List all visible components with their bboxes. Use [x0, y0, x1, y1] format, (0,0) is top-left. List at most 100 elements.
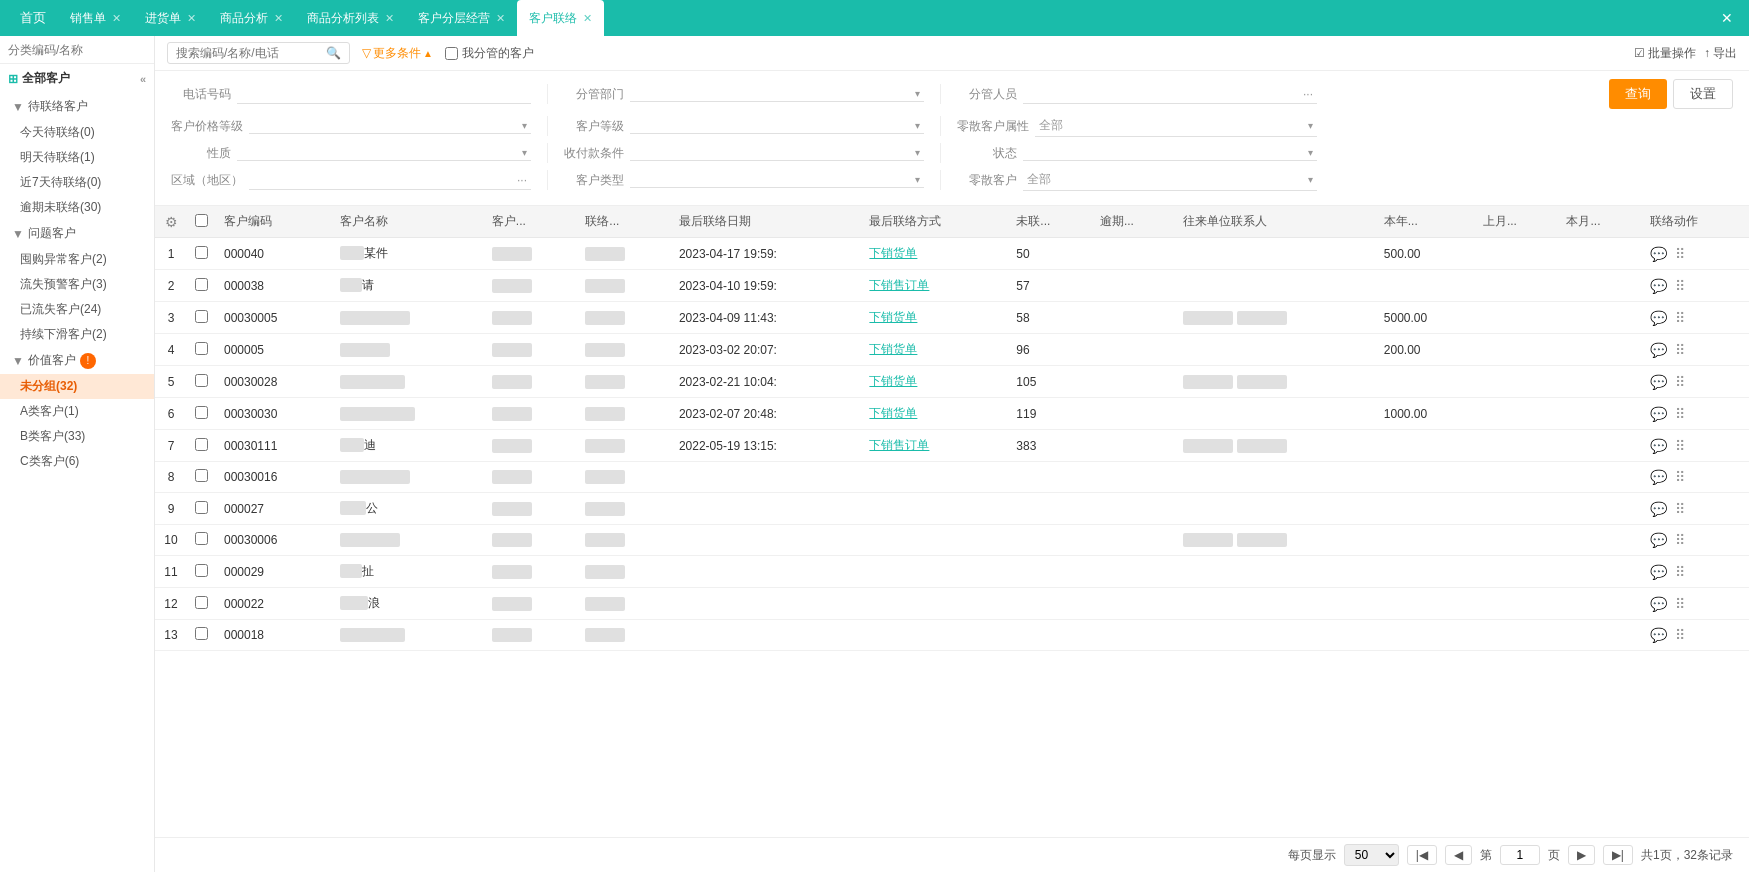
search-input[interactable]	[176, 46, 326, 60]
row-checkbox[interactable]	[195, 469, 208, 482]
row-checkbox[interactable]	[195, 246, 208, 259]
nav-tab-customer-segment[interactable]: 客户分层经营 ✕	[406, 0, 517, 36]
row-checkbox[interactable]	[195, 596, 208, 609]
row-checkbox[interactable]	[195, 406, 208, 419]
more-actions-icon[interactable]: ⠿	[1675, 627, 1685, 643]
more-actions-icon[interactable]: ⠿	[1675, 501, 1685, 517]
reset-button[interactable]: 设置	[1673, 79, 1733, 109]
price-level-select[interactable]: ▾	[249, 118, 531, 134]
nav-tab-purchase[interactable]: 进货单 ✕	[133, 0, 208, 36]
sidebar-item-unclassified[interactable]: 未分组(32)	[0, 374, 154, 399]
all-customers-header[interactable]: ⊞ 全部客户 «	[0, 64, 154, 93]
sidebar-item-class-a[interactable]: A类客户(1)	[0, 399, 154, 424]
phone-input[interactable]	[237, 85, 531, 104]
row-checkbox[interactable]	[195, 564, 208, 577]
chat-icon[interactable]: 💬	[1650, 342, 1667, 358]
chat-icon[interactable]: 💬	[1650, 374, 1667, 390]
sidebar-item-churn-warning[interactable]: 流失预警客户(3)	[0, 272, 154, 297]
sidebar-item-class-b[interactable]: B类客户(33)	[0, 424, 154, 449]
prev-page-btn[interactable]: ◀	[1445, 845, 1472, 865]
more-conditions-btn[interactable]: ▽ 更多条件 ▲	[362, 45, 433, 62]
last-method-link[interactable]: 下销货单	[869, 310, 917, 324]
last-page-btn[interactable]: ▶|	[1603, 845, 1633, 865]
chat-icon[interactable]: 💬	[1650, 406, 1667, 422]
close-icon[interactable]: ✕	[385, 12, 394, 25]
cust-level-select[interactable]: ▾	[630, 118, 924, 134]
per-page-select[interactable]: 50 100 200	[1344, 844, 1399, 866]
region-select[interactable]: ···	[249, 171, 531, 190]
group-value-header[interactable]: ▼ 价值客户 !	[0, 347, 154, 374]
last-method-link[interactable]: 下销货单	[869, 406, 917, 420]
close-icon[interactable]: ✕	[187, 12, 196, 25]
search-icon[interactable]: 🔍	[326, 46, 341, 60]
last-method-link[interactable]: 下销货单	[869, 342, 917, 356]
retail-attr-select[interactable]: 全部 ▾	[1035, 115, 1317, 137]
more-actions-icon[interactable]: ⠿	[1675, 564, 1685, 580]
row-checkbox[interactable]	[195, 438, 208, 451]
my-customers-checkbox-label[interactable]: 我分管的客户	[445, 45, 534, 62]
row-checkbox[interactable]	[195, 501, 208, 514]
sidebar-search-input[interactable]	[8, 43, 155, 57]
sidebar-item-overdue-pending[interactable]: 逾期未联络(30)	[0, 195, 154, 220]
last-method-link[interactable]: 下销货单	[869, 374, 917, 388]
last-method-link[interactable]: 下销售订单	[869, 438, 929, 452]
last-method-link[interactable]: 下销货单	[869, 246, 917, 260]
more-actions-icon[interactable]: ⠿	[1675, 596, 1685, 612]
row-checkbox[interactable]	[195, 532, 208, 545]
sidebar-item-churned[interactable]: 已流失客户(24)	[0, 297, 154, 322]
chat-icon[interactable]: 💬	[1650, 564, 1667, 580]
chat-icon[interactable]: 💬	[1650, 532, 1667, 548]
sidebar-item-hoarding[interactable]: 囤购异常客户(2)	[0, 247, 154, 272]
chat-icon[interactable]: 💬	[1650, 501, 1667, 517]
chat-icon[interactable]: 💬	[1650, 469, 1667, 485]
sidebar-item-tomorrow-pending[interactable]: 明天待联络(1)	[0, 145, 154, 170]
row-checkbox[interactable]	[195, 342, 208, 355]
sidebar-item-7day-pending[interactable]: 近7天待联络(0)	[0, 170, 154, 195]
sidebar-item-class-c[interactable]: C类客户(6)	[0, 449, 154, 474]
close-icon[interactable]: ✕	[496, 12, 505, 25]
window-close-icon[interactable]: ✕	[1713, 10, 1741, 26]
group-problem-header[interactable]: ▼ 问题客户	[0, 220, 154, 247]
nav-tab-sales[interactable]: 销售单 ✕	[58, 0, 133, 36]
more-actions-icon[interactable]: ⠿	[1675, 532, 1685, 548]
query-button[interactable]: 查询	[1609, 79, 1667, 109]
chat-icon[interactable]: 💬	[1650, 278, 1667, 294]
my-customers-checkbox[interactable]	[445, 47, 458, 60]
nav-home[interactable]: 首页	[8, 9, 58, 27]
next-page-btn[interactable]: ▶	[1568, 845, 1595, 865]
nav-tab-customer-contact[interactable]: 客户联络 ✕	[517, 0, 604, 36]
row-checkbox[interactable]	[195, 278, 208, 291]
nav-tab-product-list[interactable]: 商品分析列表 ✕	[295, 0, 406, 36]
gender-select[interactable]: ▾	[237, 145, 531, 161]
export-btn[interactable]: ↑ 导出	[1704, 45, 1737, 62]
status-select[interactable]: ▾	[1023, 145, 1317, 161]
manager-select[interactable]: ···	[1023, 85, 1317, 104]
sidebar-item-declining[interactable]: 持续下滑客户(2)	[0, 322, 154, 347]
chat-icon[interactable]: 💬	[1650, 438, 1667, 454]
cust-type-select[interactable]: ▾	[630, 172, 924, 188]
last-method-link[interactable]: 下销售订单	[869, 278, 929, 292]
select-all-checkbox[interactable]	[195, 214, 208, 227]
more-actions-icon[interactable]: ⠿	[1675, 342, 1685, 358]
more-actions-icon[interactable]: ⠿	[1675, 469, 1685, 485]
more-actions-icon[interactable]: ⠿	[1675, 406, 1685, 422]
chat-icon[interactable]: 💬	[1650, 310, 1667, 326]
dept-select[interactable]: ▾	[630, 86, 924, 102]
first-page-btn[interactable]: |◀	[1407, 845, 1437, 865]
chat-icon[interactable]: 💬	[1650, 627, 1667, 643]
nav-tab-product-analysis[interactable]: 商品分析 ✕	[208, 0, 295, 36]
more-actions-icon[interactable]: ⠿	[1675, 246, 1685, 262]
more-actions-icon[interactable]: ⠿	[1675, 278, 1685, 294]
row-checkbox[interactable]	[195, 310, 208, 323]
chat-icon[interactable]: 💬	[1650, 246, 1667, 262]
batch-op-btn[interactable]: ☑ 批量操作	[1634, 45, 1696, 62]
more-actions-icon[interactable]: ⠿	[1675, 438, 1685, 454]
page-input[interactable]	[1500, 845, 1540, 865]
close-icon[interactable]: ✕	[112, 12, 121, 25]
settings-icon[interactable]: ⚙	[165, 214, 178, 230]
group-pending-header[interactable]: ▼ 待联络客户	[0, 93, 154, 120]
more-actions-icon[interactable]: ⠿	[1675, 374, 1685, 390]
row-checkbox[interactable]	[195, 374, 208, 387]
chat-icon[interactable]: 💬	[1650, 596, 1667, 612]
retail-cust-select[interactable]: 全部 ▾	[1023, 169, 1317, 191]
